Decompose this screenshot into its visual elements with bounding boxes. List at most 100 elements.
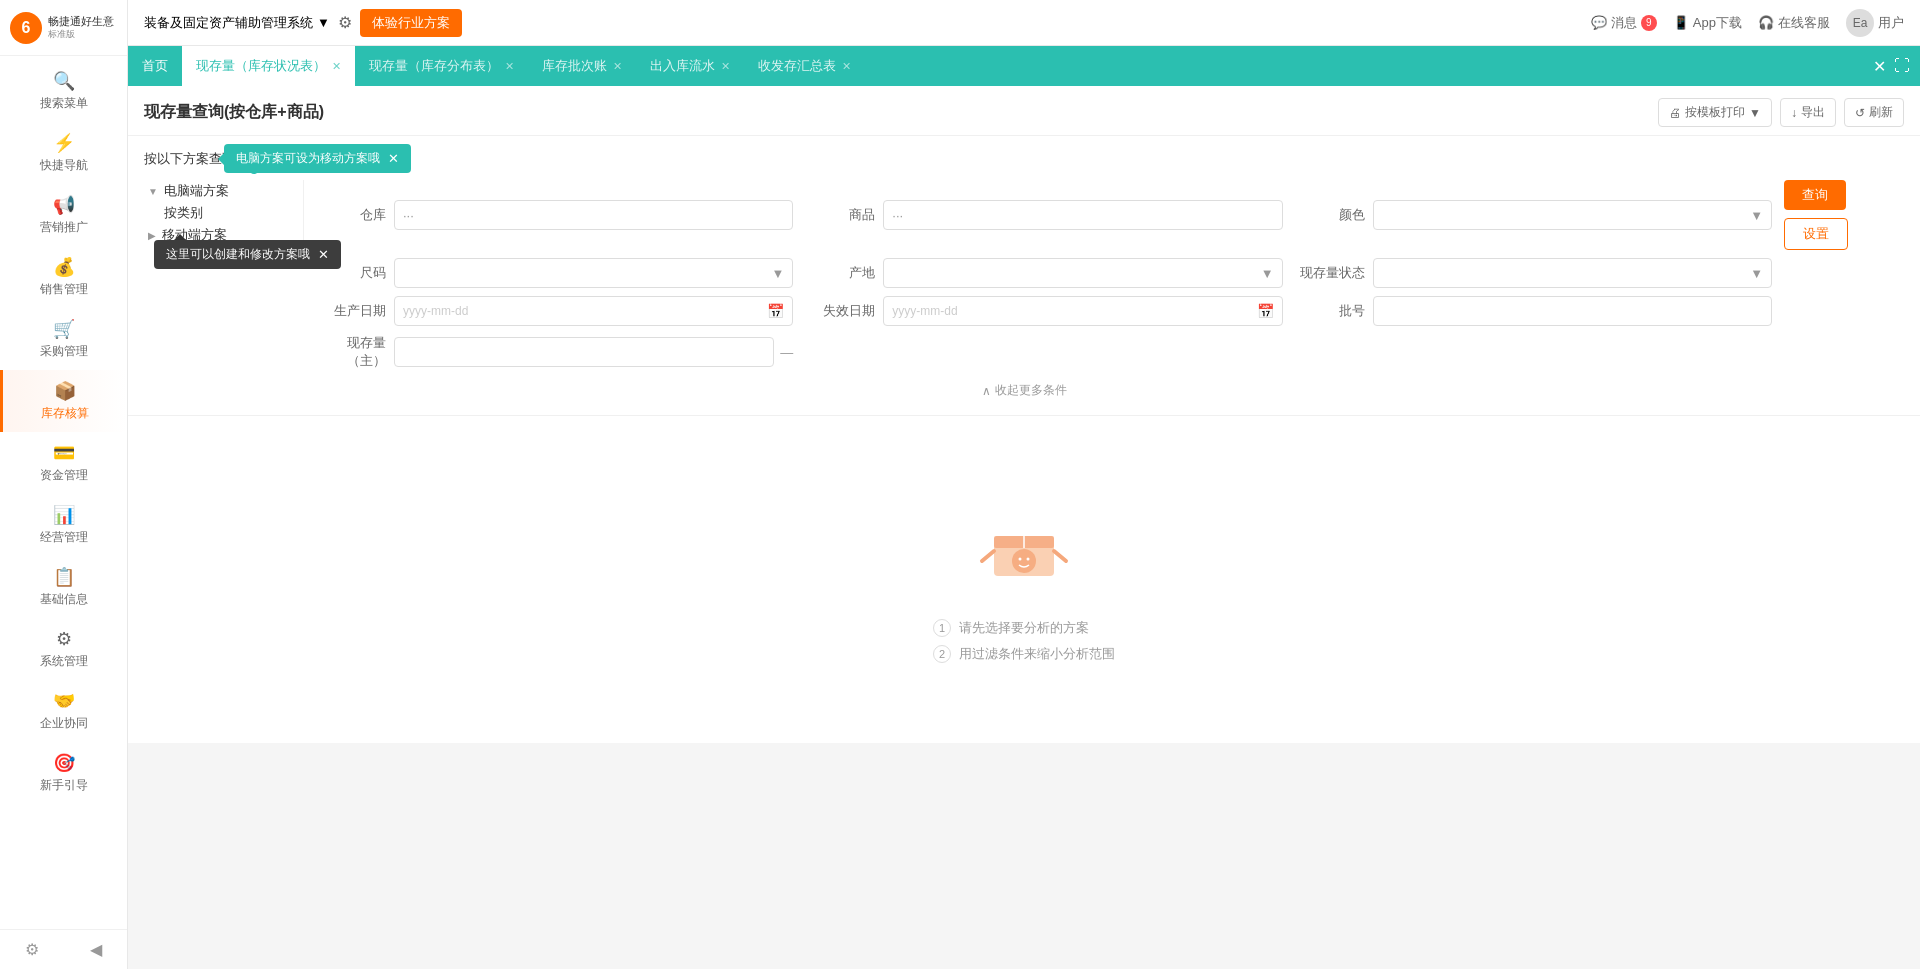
tab-home[interactable]: 首页 [128, 46, 182, 86]
empty-step-1: 1 请先选择要分析的方案 [933, 619, 1115, 637]
sidebar-item-sales-label: 销售管理 [40, 281, 88, 298]
sidebar-item-sales[interactable]: 💰 销售管理 [0, 246, 127, 308]
sidebar-item-search-menu[interactable]: 🔍 搜索菜单 [0, 60, 127, 122]
system-selector[interactable]: 装备及固定资产辅助管理系统 ▼ [144, 14, 330, 32]
tooltip1-close-icon[interactable]: ✕ [388, 151, 399, 166]
tab-inventory-batch-close[interactable]: ✕ [613, 60, 622, 73]
sidebar-item-purchase[interactable]: 🛒 采购管理 [0, 308, 127, 370]
reset-button[interactable]: 设置 [1784, 218, 1848, 250]
sidebar-item-enterprise[interactable]: 🤝 企业协同 [0, 680, 127, 742]
product-ellipsis-icon: ··· [892, 208, 903, 223]
user-item[interactable]: Ea 用户 [1846, 9, 1904, 37]
size-select[interactable]: ▼ [394, 258, 793, 288]
sales-icon: 💰 [53, 256, 75, 278]
header-right: 💬 消息 9 📱 App下载 🎧 在线客服 Ea 用户 [1591, 9, 1904, 37]
stock-qty-from[interactable] [394, 337, 774, 367]
newbie-icon: 🎯 [53, 752, 75, 774]
produce-date-from[interactable]: yyyy-mm-dd 📅 [394, 296, 793, 326]
sidebar-item-quick-nav[interactable]: ⚡ 快捷导航 [0, 122, 127, 184]
chevron-down-origin: ▼ [1261, 266, 1274, 281]
app-download-item[interactable]: 📱 App下载 [1673, 14, 1742, 32]
calendar-icon-expire[interactable]: 📅 [1257, 303, 1274, 319]
export-label: 导出 [1801, 104, 1825, 121]
product-input[interactable]: ··· [883, 200, 1282, 230]
system-icon: ⚙ [56, 628, 72, 650]
sidebar-item-marketing[interactable]: 📢 营销推广 [0, 184, 127, 246]
tab-recv-send-summary-close[interactable]: ✕ [842, 60, 851, 73]
stock-status-select[interactable]: ▼ [1373, 258, 1772, 288]
tab-inventory-status[interactable]: 现存量（库存状况表） ✕ [182, 46, 355, 86]
tooltip2-close-icon[interactable]: ✕ [318, 247, 329, 262]
filter-row-size: 尺码 ▼ [316, 258, 793, 288]
notification-badge: 9 [1641, 15, 1657, 31]
notification-item[interactable]: 💬 消息 9 [1591, 14, 1657, 32]
phone-icon: 📱 [1673, 15, 1689, 30]
tab-recv-send-summary[interactable]: 收发存汇总表 ✕ [744, 46, 865, 86]
warehouse-label: 仓库 [316, 206, 386, 224]
origin-select[interactable]: ▼ [883, 258, 1282, 288]
user-avatar: Ea [1846, 9, 1874, 37]
sidebar-item-inventory[interactable]: 📦 库存核算 [0, 370, 127, 432]
chevron-down-color: ▼ [1750, 208, 1763, 223]
sidebar-collapse-icon[interactable]: ◀ [90, 940, 102, 959]
search-menu-icon: 🔍 [53, 70, 75, 92]
sidebar-item-finance[interactable]: 💳 资金管理 [0, 432, 127, 494]
expire-date-label: 失效日期 [805, 302, 875, 320]
svg-line-7 [1054, 551, 1066, 561]
tree-item-desktop[interactable]: ▼ 电脑端方案 [144, 180, 295, 202]
user-label: 用户 [1878, 14, 1904, 32]
refresh-button[interactable]: ↺ 刷新 [1844, 98, 1904, 127]
export-button[interactable]: ↓ 导出 [1780, 98, 1836, 127]
app-download-label: App下载 [1693, 14, 1742, 32]
tab-inventory-status-close[interactable]: ✕ [332, 60, 341, 73]
tab-inventory-status-label: 现存量（库存状况表） [196, 57, 326, 75]
header-settings-icon[interactable]: ⚙ [338, 13, 352, 32]
filter-area: 按以下方案查询 + ○ « 电脑方案可设为移动方案哦 ✕ ▼ 电脑 [128, 136, 1920, 416]
empty-steps: 1 请先选择要分析的方案 2 用过滤条件来缩小分析范围 [933, 619, 1115, 663]
filter-header: 按以下方案查询 + ○ « 电脑方案可设为移动方案哦 ✕ [144, 148, 1904, 170]
empty-step-2: 2 用过滤条件来缩小分析范围 [933, 645, 1115, 663]
template-print-button[interactable]: 🖨 按模板打印 ▼ [1658, 98, 1772, 127]
sidebar-settings-icon[interactable]: ⚙ [25, 940, 39, 959]
tab-inout-flow[interactable]: 出入库流水 ✕ [636, 46, 744, 86]
industry-plan-button[interactable]: 体验行业方案 [360, 9, 462, 37]
tab-inventory-batch[interactable]: 库存批次账 ✕ [528, 46, 636, 86]
template-print-label: 按模板打印 [1685, 104, 1745, 121]
quick-nav-icon: ⚡ [53, 132, 75, 154]
step-2-num: 2 [933, 645, 951, 663]
finance-icon: 💳 [53, 442, 75, 464]
step-1-num: 1 [933, 619, 951, 637]
calendar-icon-from[interactable]: 📅 [767, 303, 784, 319]
query-reset-column: 查询 设置 [1784, 180, 1904, 250]
filter-row-warehouse: 仓库 ··· [316, 200, 793, 230]
sidebar-item-basics[interactable]: 📋 基础信息 [0, 556, 127, 618]
page-content: 现存量查询(按仓库+商品) 🖨 按模板打印 ▼ ↓ 导出 ↺ 刷新 [128, 86, 1920, 969]
svg-point-4 [1019, 558, 1022, 561]
sidebar-item-newbie[interactable]: 🎯 新手引导 [0, 742, 127, 804]
tab-inventory-dist-close[interactable]: ✕ [505, 60, 514, 73]
origin-label: 产地 [805, 264, 875, 282]
tab-inout-flow-close[interactable]: ✕ [721, 60, 730, 73]
tab-inventory-dist[interactable]: 现存量（库存分布表） ✕ [355, 46, 528, 86]
sidebar-item-marketing-label: 营销推广 [40, 219, 88, 236]
online-service-item[interactable]: 🎧 在线客服 [1758, 14, 1830, 32]
warehouse-input[interactable]: ··· [394, 200, 793, 230]
sidebar-item-system[interactable]: ⚙ 系统管理 [0, 618, 127, 680]
batch-input[interactable] [1373, 296, 1772, 326]
page-header: 现存量查询(按仓库+商品) 🖨 按模板打印 ▼ ↓ 导出 ↺ 刷新 [128, 86, 1920, 136]
scheme-tree: ▼ 电脑端方案 按类别 ▶ 移动端方案 这里可以创建和修改方案哦 ✕ [144, 180, 304, 246]
tab-fullscreen-icon[interactable]: ⛶ [1894, 57, 1910, 75]
marketing-icon: 📢 [53, 194, 75, 216]
tooltip2-text: 这里可以创建和修改方案哦 [166, 246, 310, 263]
enterprise-icon: 🤝 [53, 690, 75, 712]
tree-item-category[interactable]: 按类别 [144, 202, 295, 224]
tab-close-all-icon[interactable]: ✕ [1873, 57, 1886, 76]
svg-point-3 [1012, 549, 1036, 573]
sidebar-item-operations[interactable]: 📊 经营管理 [0, 494, 127, 556]
collapse-button[interactable]: ∧ 收起更多条件 [982, 382, 1067, 399]
query-button[interactable]: 查询 [1784, 180, 1846, 210]
color-select[interactable]: ▼ [1373, 200, 1772, 230]
sidebar-item-operations-label: 经营管理 [40, 529, 88, 546]
expire-date-from[interactable]: yyyy-mm-dd 📅 [883, 296, 1282, 326]
stock-status-label: 现存量状态 [1295, 264, 1365, 282]
